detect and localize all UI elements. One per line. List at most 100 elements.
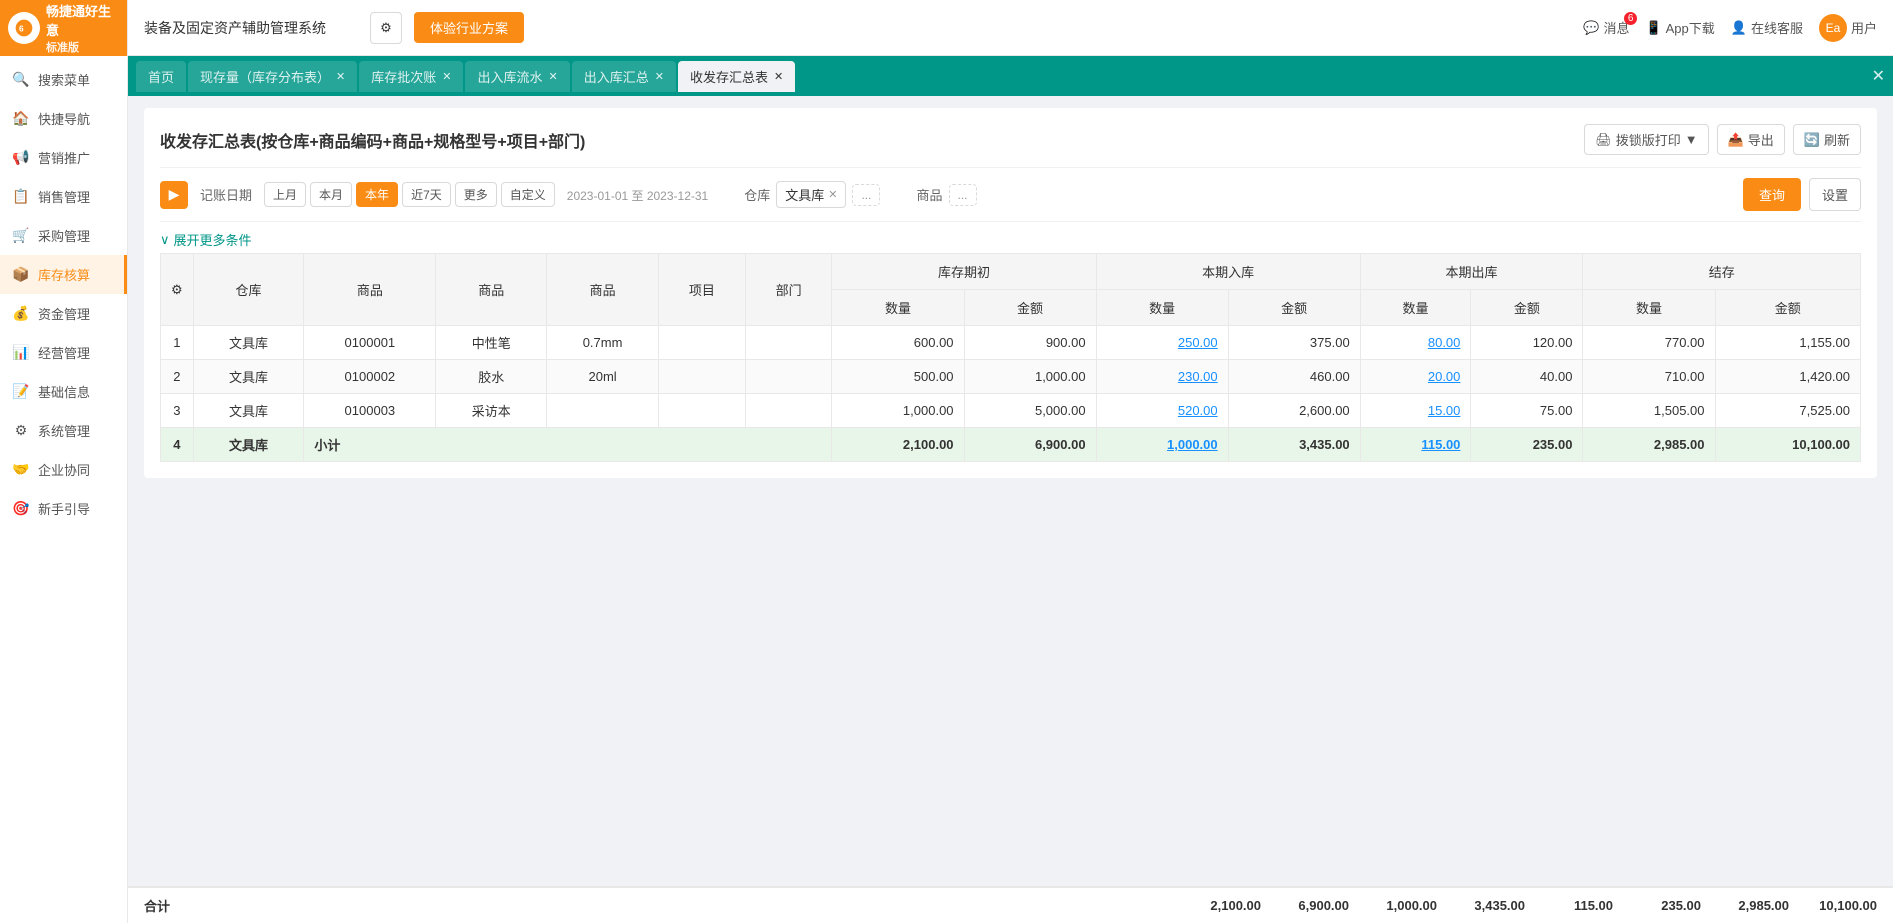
row-warehouse: 文具库 <box>193 326 304 360</box>
col-out-header: 本期出库 <box>1360 254 1583 290</box>
subtotal-out-qty[interactable]: 115.00 <box>1360 428 1471 462</box>
home-icon: 🏠 <box>12 110 30 127</box>
subtotal-in-qty[interactable]: 1,000.00 <box>1096 428 1228 462</box>
date-btn-custom[interactable]: 自定义 <box>501 182 555 207</box>
col-in-qty-header: 数量 <box>1096 290 1228 326</box>
logo-icon: 6 <box>8 12 40 44</box>
sidebar-item-inventory[interactable]: 📦 库存核算 <box>0 255 127 294</box>
tab-close-stock-summary[interactable]: ✕ <box>774 70 783 83</box>
sidebar-item-sales[interactable]: 📋 销售管理 <box>0 177 127 216</box>
sidebar-item-basic-info[interactable]: 📝 基础信息 <box>0 372 127 411</box>
row-in-qty[interactable]: 520.00 <box>1096 394 1228 428</box>
date-btn-more[interactable]: 更多 <box>455 182 497 207</box>
row-in-qty[interactable]: 250.00 <box>1096 326 1228 360</box>
tab-close-inventory-dist[interactable]: ✕ <box>336 70 345 83</box>
row-opening-amt: 5,000.00 <box>964 394 1096 428</box>
tab-home[interactable]: 首页 <box>136 61 186 92</box>
warehouse-tag-close[interactable]: ✕ <box>828 188 837 201</box>
date-btn-this-year[interactable]: 本年 <box>356 182 398 207</box>
tab-flow[interactable]: 出入库流水 ✕ <box>465 61 569 92</box>
row-in-qty[interactable]: 230.00 <box>1096 360 1228 394</box>
goods-more-button[interactable]: ... <box>949 184 977 206</box>
online-service-action[interactable]: 👤 在线客服 <box>1731 18 1803 37</box>
date-btn-last-month[interactable]: 上月 <box>264 182 306 207</box>
export-button[interactable]: 📤 导出 <box>1717 124 1785 155</box>
table-row: 3 文具库 0100003 采访本 1,000.00 5,000.00 520.… <box>161 394 1861 428</box>
title-actions: 🖨 拨锁版打印 ▼ 📤 导出 🔄 刷新 <box>1584 124 1861 155</box>
user-action[interactable]: Ea 用户 <box>1819 14 1877 42</box>
row-out-qty[interactable]: 80.00 <box>1360 326 1471 360</box>
col-in-header: 本期入库 <box>1096 254 1360 290</box>
svg-text:6: 6 <box>19 23 24 33</box>
filter-bar: ▶ 记账日期 上月 本月 本年 近7天 更多 自定义 2023-01-01 至 … <box>160 167 1861 222</box>
row-in-amt: 375.00 <box>1228 326 1360 360</box>
sidebar-item-operations[interactable]: 📊 经营管理 <box>0 333 127 372</box>
filter-settings-button[interactable]: 设置 <box>1809 178 1861 211</box>
tab-inventory-dist[interactable]: 现存量（库存分布表） ✕ <box>188 61 357 92</box>
row-goods-spec: 0.7mm <box>547 326 659 360</box>
refresh-icon: 🔄 <box>1804 132 1820 148</box>
page-card: 收发存汇总表(按仓库+商品编码+商品+规格型号+项目+部门) 🖨 拨锁版打印 ▼… <box>144 108 1877 478</box>
tab-close-flow[interactable]: ✕ <box>549 70 558 83</box>
message-action[interactable]: 💬 消息 6 <box>1583 18 1629 37</box>
expand-conditions[interactable]: ∨ 展开更多条件 <box>160 230 1861 249</box>
tab-inout-summary[interactable]: 出入库汇总 ✕ <box>572 61 676 92</box>
date-btn-7days[interactable]: 近7天 <box>402 182 451 207</box>
subtotal-warehouse: 文具库 <box>193 428 304 462</box>
app-download-action[interactable]: 📱 App下载 <box>1645 18 1714 37</box>
row-index: 1 <box>161 326 194 360</box>
gear-button[interactable]: ⚙ <box>370 12 402 44</box>
trial-button[interactable]: 体验行业方案 <box>414 12 524 43</box>
total-closing-qty: 2,985.00 <box>1709 898 1789 913</box>
col-opening-amt-header: 金额 <box>964 290 1096 326</box>
tab-close-batch[interactable]: ✕ <box>442 70 451 83</box>
total-out-amt: 235.00 <box>1621 898 1701 913</box>
refresh-button[interactable]: 🔄 刷新 <box>1793 124 1861 155</box>
tab-stock-summary[interactable]: 收发存汇总表 ✕ <box>678 61 795 92</box>
sidebar: 6 畅捷通好生意 标准版 🔍 搜索菜单 🏠 快捷导航 📢 营销推广 📋 销售管理… <box>0 0 128 923</box>
sidebar-item-purchase[interactable]: 🛒 采购管理 <box>0 216 127 255</box>
row-goods-code: 0100002 <box>304 360 436 394</box>
sidebar-item-marketing[interactable]: 📢 营销推广 <box>0 138 127 177</box>
row-index: 3 <box>161 394 194 428</box>
date-btn-this-month[interactable]: 本月 <box>310 182 352 207</box>
col-goods-code-header: 商品 <box>304 254 436 326</box>
row-opening-amt: 1,000.00 <box>964 360 1096 394</box>
sidebar-item-quick-nav[interactable]: 🏠 快捷导航 <box>0 99 127 138</box>
logo-text: 畅捷通好生意 标准版 <box>46 1 119 55</box>
main-area: 装备及固定资产辅助管理系统 ⚙ 体验行业方案 💬 消息 6 📱 App下载 👤 … <box>128 0 1893 923</box>
subtotal-opening-qty: 2,100.00 <box>832 428 964 462</box>
row-goods-code: 0100003 <box>304 394 436 428</box>
sidebar-item-search[interactable]: 🔍 搜索菜单 <box>0 60 127 99</box>
total-in-amt: 3,435.00 <box>1445 898 1525 913</box>
row-department <box>745 326 832 360</box>
close-all-tabs[interactable]: ✕ <box>1872 66 1885 86</box>
row-department <box>745 360 832 394</box>
print-button[interactable]: 🖨 拨锁版打印 ▼ <box>1584 124 1708 155</box>
row-out-amt: 40.00 <box>1471 360 1583 394</box>
sidebar-item-cooperation[interactable]: 🤝 企业协同 <box>0 450 127 489</box>
filter-expand-button[interactable]: ▶ <box>160 181 188 209</box>
sidebar-item-guide[interactable]: 🎯 新手引导 <box>0 489 127 528</box>
row-out-qty[interactable]: 15.00 <box>1360 394 1471 428</box>
col-settings-header[interactable]: ⚙ <box>161 254 194 326</box>
row-index: 2 <box>161 360 194 394</box>
date-range-buttons: 上月 本月 本年 近7天 更多 自定义 <box>264 182 555 207</box>
finance-icon: 💰 <box>12 305 30 322</box>
goods-label: 商品 <box>916 185 942 204</box>
row-in-amt: 2,600.00 <box>1228 394 1360 428</box>
row-goods-code: 0100001 <box>304 326 436 360</box>
query-button[interactable]: 查询 <box>1743 178 1801 211</box>
system-icon: ⚙ <box>12 422 30 439</box>
tab-batch[interactable]: 库存批次账 ✕ <box>359 61 463 92</box>
sidebar-item-system[interactable]: ⚙ 系统管理 <box>0 411 127 450</box>
row-opening-qty: 500.00 <box>832 360 964 394</box>
warehouse-more-button[interactable]: ... <box>852 184 880 206</box>
col-closing-amt-header: 金额 <box>1715 290 1861 326</box>
basic-info-icon: 📝 <box>12 383 30 400</box>
tab-close-inout-summary[interactable]: ✕ <box>655 70 664 83</box>
tabs-bar: 首页 现存量（库存分布表） ✕ 库存批次账 ✕ 出入库流水 ✕ 出入库汇总 ✕ … <box>128 56 1893 96</box>
row-out-qty[interactable]: 20.00 <box>1360 360 1471 394</box>
subtotal-in-amt: 3,435.00 <box>1228 428 1360 462</box>
sidebar-item-finance[interactable]: 💰 资金管理 <box>0 294 127 333</box>
